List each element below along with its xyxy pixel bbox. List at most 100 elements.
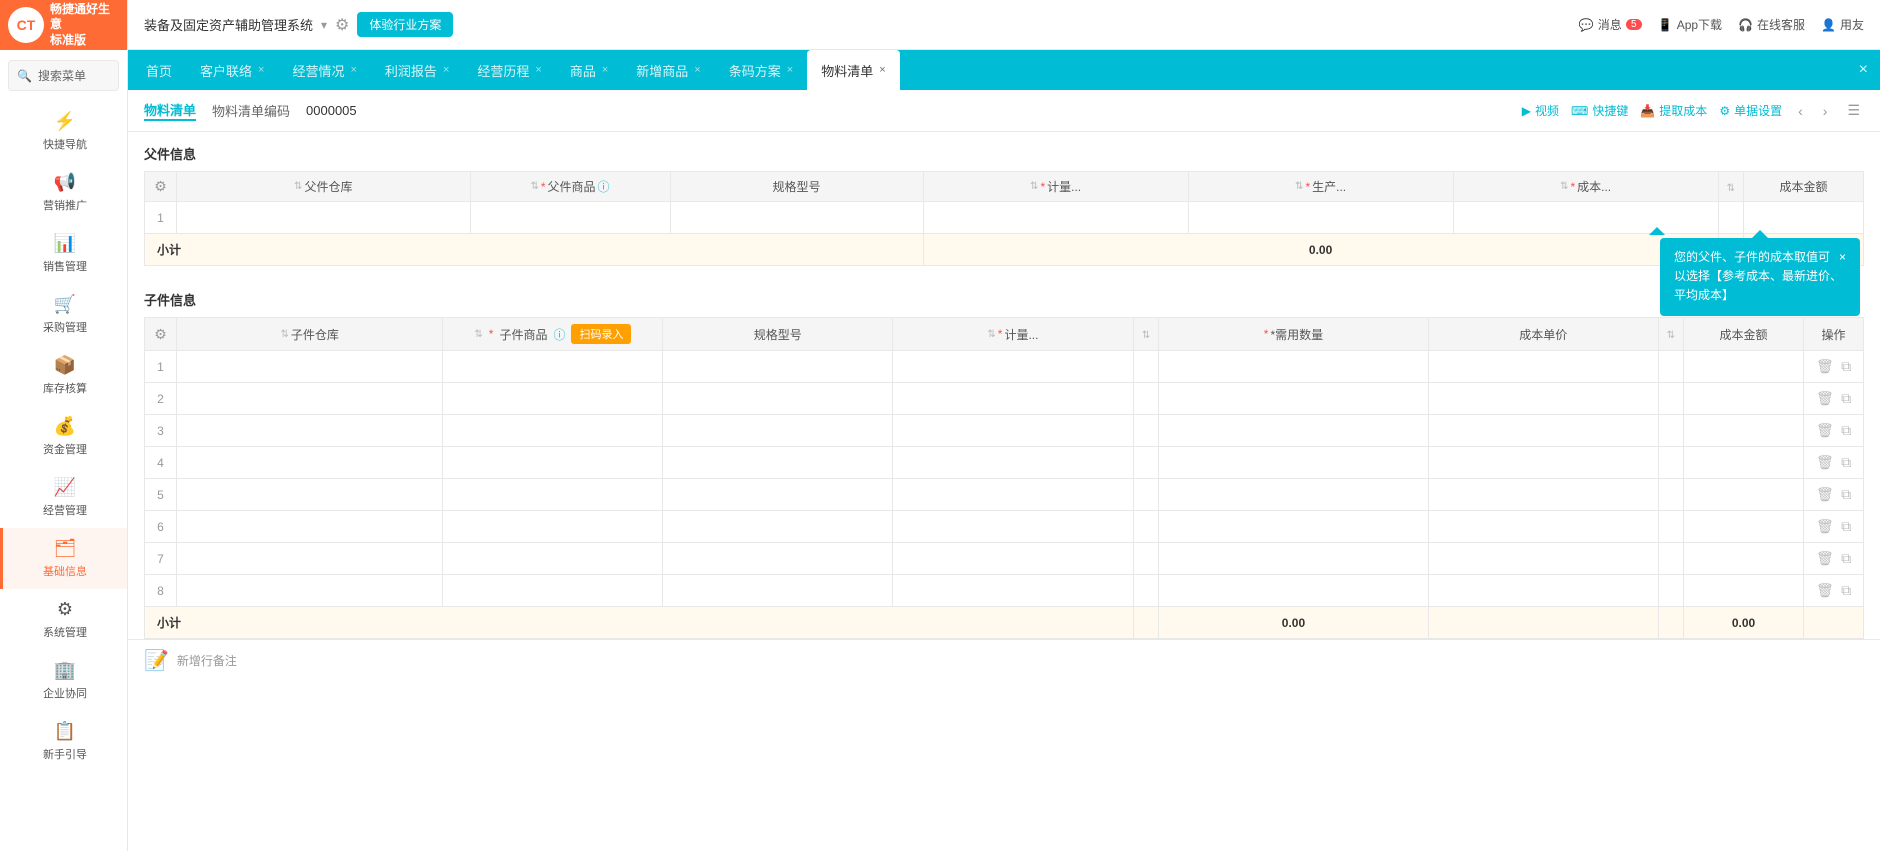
copy-icon[interactable]: ⧉ [1841,390,1851,406]
message-button[interactable]: 💬 消息 5 [1579,16,1642,33]
child-settings-icon[interactable]: ⚙ [154,326,167,342]
child-warehouse-cell[interactable] [177,479,443,511]
child-required-qty-cell[interactable] [1159,543,1429,575]
online-service-button[interactable]: 🎧 在线客服 [1738,16,1805,33]
sidebar-item-sales[interactable]: 📊 销售管理 [0,223,127,284]
child-cost-unit-cell[interactable] [1428,575,1658,607]
child-unit-cell[interactable] [893,383,1134,415]
tab-home[interactable]: 首页 [132,50,186,90]
child-unit-cell[interactable] [893,351,1134,383]
child-required-qty-cell[interactable] [1159,351,1429,383]
subheader-bom-list[interactable]: 物料清单 [144,100,196,121]
child-cost-unit-cell[interactable] [1428,351,1658,383]
cost-cell[interactable] [1453,202,1718,234]
user-menu[interactable]: 👤 用友 [1821,16,1864,33]
child-spec-cell[interactable] [663,447,893,479]
child-product-cell[interactable] [443,575,663,607]
delete-icon[interactable]: 🗑 [1816,390,1834,406]
child-product-cell[interactable] [443,511,663,543]
production-cell[interactable] [1188,202,1453,234]
delete-icon[interactable]: 🗑 [1816,422,1834,438]
child-warehouse-cell[interactable] [177,511,443,543]
sidebar-item-operations[interactable]: 📈 经营管理 [0,467,127,528]
child-spec-cell[interactable] [663,415,893,447]
tab-close-icon[interactable]: × [535,64,541,76]
sidebar-item-inventory[interactable]: 📦 库存核算 [0,345,127,406]
parent-product-cell[interactable] [470,202,670,234]
copy-icon[interactable]: ⧉ [1841,454,1851,470]
system-dropdown-icon[interactable]: ▾ [321,18,327,32]
delete-icon[interactable]: 🗑 [1816,454,1834,470]
nav-menu[interactable]: ☰ [1843,102,1864,119]
subheader-bom-code[interactable]: 物料清单编码 [212,101,290,120]
sidebar-item-quick-nav[interactable]: ⚡ 快捷导航 [0,101,127,162]
copy-icon[interactable]: ⧉ [1841,422,1851,438]
child-cost-unit-cell[interactable] [1428,383,1658,415]
view-button[interactable]: ▶ 视频 [1522,102,1559,119]
child-required-qty-cell[interactable] [1159,479,1429,511]
sidebar-item-basic-info[interactable]: 🗂 基础信息 [0,528,127,589]
search-menu-button[interactable]: 🔍 搜索菜单 [8,60,119,91]
child-product-cell[interactable] [443,447,663,479]
child-cost-unit-cell[interactable] [1428,543,1658,575]
tab-barcode[interactable]: 条码方案 × [715,50,807,90]
sidebar-item-finance[interactable]: 💰 资金管理 [0,406,127,467]
child-cost-unit-cell[interactable] [1428,511,1658,543]
delete-icon[interactable]: 🗑 [1816,518,1834,534]
parent-warehouse-cell[interactable] [177,202,471,234]
tab-close-icon[interactable]: × [350,64,356,76]
single-setting-button[interactable]: ⚙ 单据设置 [1719,102,1782,119]
child-required-qty-cell[interactable] [1159,415,1429,447]
child-unit-cell[interactable] [893,447,1134,479]
child-product-cell[interactable] [443,351,663,383]
child-product-cell[interactable] [443,383,663,415]
tab-close-icon[interactable]: × [443,64,449,76]
sidebar-item-system[interactable]: ⚙ 系统管理 [0,589,127,650]
tab-add-product[interactable]: 新增商品 × [622,50,714,90]
tab-close-icon[interactable]: × [787,64,793,76]
child-warehouse-cell[interactable] [177,383,443,415]
sidebar-item-marketing[interactable]: 📢 营销推广 [0,162,127,223]
nav-prev[interactable]: ‹ [1794,103,1807,119]
child-unit-cell[interactable] [893,415,1134,447]
delete-icon[interactable]: 🗑 [1816,486,1834,502]
child-required-qty-cell[interactable] [1159,511,1429,543]
copy-icon[interactable]: ⧉ [1841,358,1851,374]
shortcut-button[interactable]: ⌨ 快捷键 [1571,102,1628,119]
copy-icon[interactable]: ⧉ [1841,486,1851,502]
child-product-cell[interactable] [443,543,663,575]
app-download-button[interactable]: 📱 App下载 [1658,16,1722,33]
tab-customers[interactable]: 客户联络 × [186,50,278,90]
nav-next[interactable]: › [1819,103,1832,119]
copy-icon[interactable]: ⧉ [1841,550,1851,566]
sidebar-item-enterprise[interactable]: 🏢 企业协同 [0,650,127,711]
child-product-cell[interactable] [443,479,663,511]
delete-icon[interactable]: 🗑 [1816,582,1834,598]
child-spec-cell[interactable] [663,351,893,383]
tab-ops-history[interactable]: 经营历程 × [463,50,555,90]
tabbar-close-all[interactable]: × [1851,61,1876,79]
child-spec-cell[interactable] [663,543,893,575]
unit-cell[interactable] [923,202,1188,234]
child-warehouse-cell[interactable] [177,351,443,383]
tab-bom[interactable]: 物料清单 × [807,50,899,90]
child-cost-unit-cell[interactable] [1428,415,1658,447]
tab-close-icon[interactable]: × [879,64,885,76]
child-required-qty-cell[interactable] [1159,447,1429,479]
child-spec-cell[interactable] [663,383,893,415]
tab-close-icon[interactable]: × [258,64,264,76]
tab-profit[interactable]: 利润报告 × [371,50,463,90]
copy-icon[interactable]: ⧉ [1841,518,1851,534]
child-warehouse-cell[interactable] [177,575,443,607]
child-unit-cell[interactable] [893,543,1134,575]
child-unit-cell[interactable] [893,575,1134,607]
child-warehouse-cell[interactable] [177,543,443,575]
tab-ops-status[interactable]: 经营情况 × [278,50,370,90]
child-spec-cell[interactable] [663,479,893,511]
delete-icon[interactable]: 🗑 [1816,550,1834,566]
add-row-icon[interactable]: 📝 [144,648,169,673]
trial-button[interactable]: 体验行业方案 [357,12,453,37]
sidebar-item-purchase[interactable]: 🛒 采购管理 [0,284,127,345]
child-warehouse-cell[interactable] [177,447,443,479]
child-spec-cell[interactable] [663,511,893,543]
